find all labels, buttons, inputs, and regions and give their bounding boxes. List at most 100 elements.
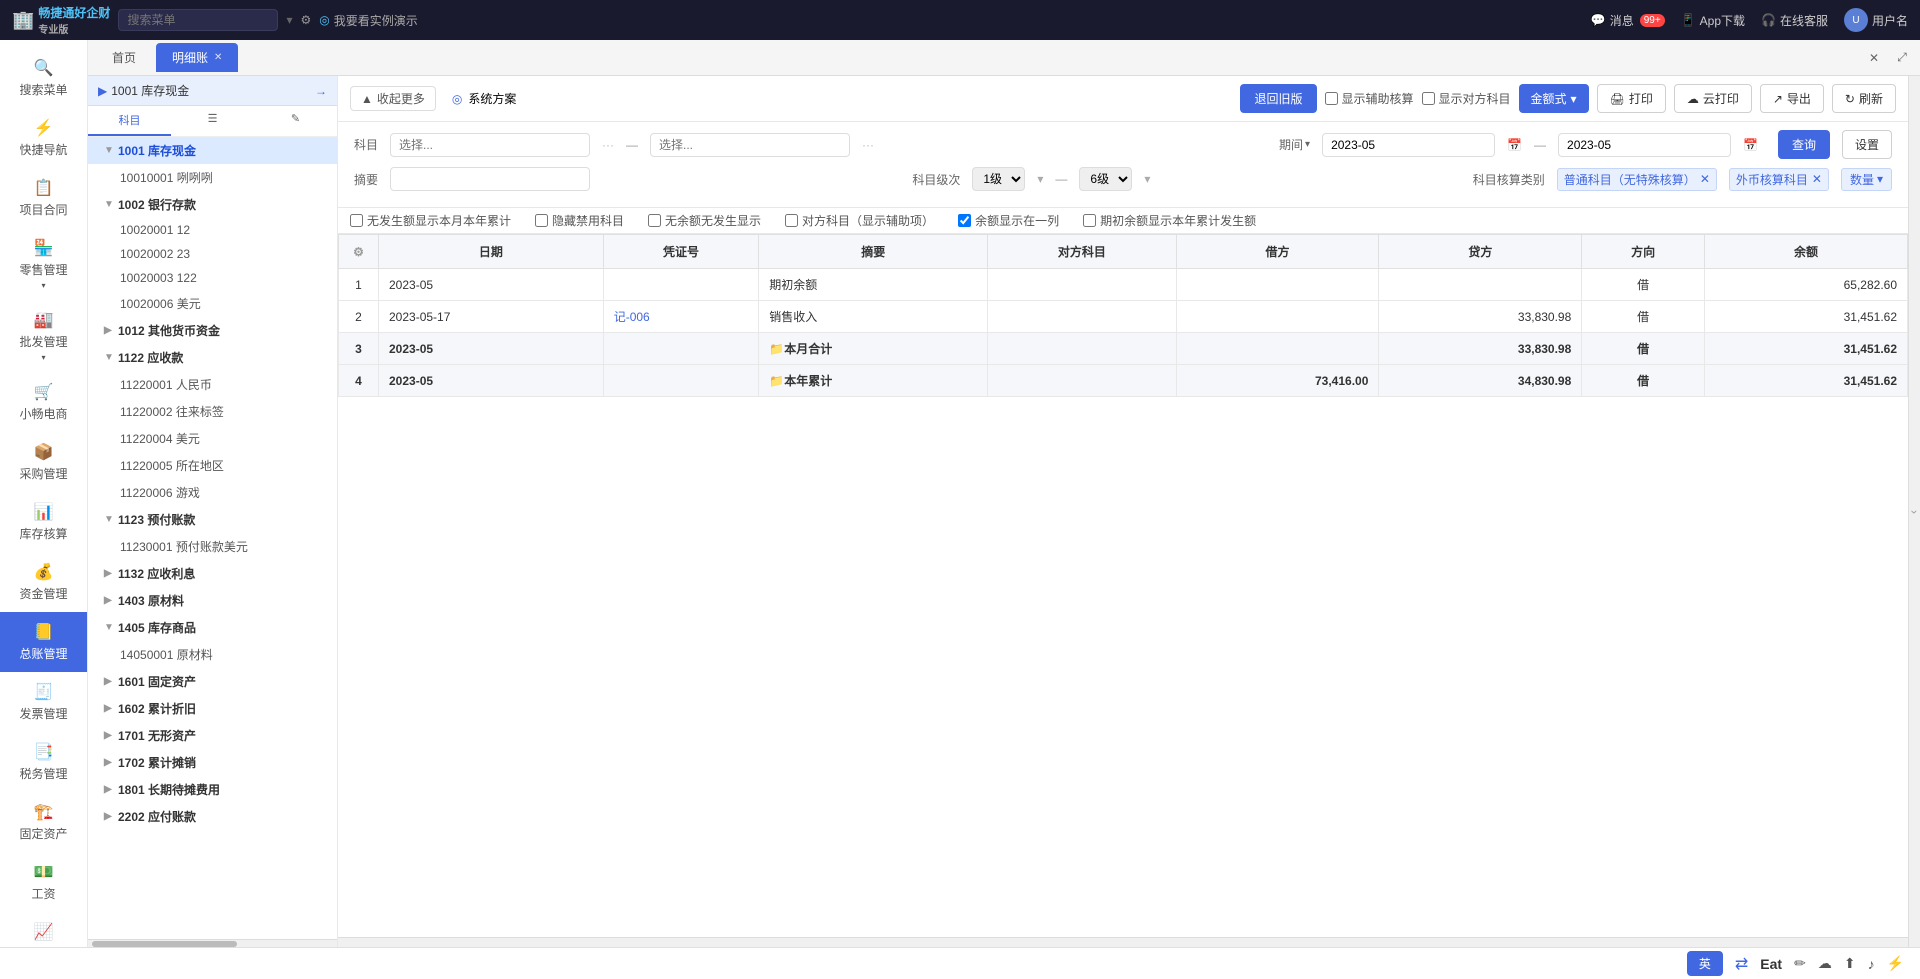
show-contra-input[interactable] <box>1422 92 1435 105</box>
quantity-filter-btn[interactable]: 数量 ▾ <box>1841 168 1892 191</box>
search-input[interactable] <box>118 9 278 31</box>
tree-node-10020006[interactable]: 10020006 美元 <box>88 290 337 317</box>
subject-end-input[interactable] <box>650 133 850 157</box>
period-start-input[interactable] <box>1322 133 1495 157</box>
tree-node-11230001[interactable]: 11230001 预付账款美元 <box>88 533 337 560</box>
sidebar-item-retail[interactable]: 🏪 零售管理 ▾ <box>0 228 87 300</box>
date-end-icon[interactable]: 📅 <box>1743 138 1758 152</box>
check-show-contra[interactable]: 对方科目（显示辅助项） <box>785 212 934 229</box>
tree-node-1001[interactable]: ▼ 1001 库存现金 <box>88 137 337 164</box>
check-period-begin-input[interactable] <box>1083 214 1096 227</box>
tag-foreign-remove[interactable]: ✕ <box>1812 172 1822 186</box>
tabbar-close-icon[interactable]: ✕ <box>1864 48 1884 68</box>
tree-node-11220005[interactable]: 11220005 所在地区 <box>88 452 337 479</box>
print-btn[interactable]: 🖨 打印 <box>1597 84 1666 113</box>
tree-node-11220004[interactable]: 11220004 美元 <box>88 425 337 452</box>
tree-tab-list[interactable]: ☰ <box>171 106 254 136</box>
tree-node-11220006[interactable]: 11220006 游戏 <box>88 479 337 506</box>
amount-format-btn[interactable]: 金额式 ▾ <box>1519 84 1589 113</box>
tree-tab-subject[interactable]: 科目 <box>88 106 171 136</box>
check-no-balance-input[interactable] <box>648 214 661 227</box>
show-aux-checkbox[interactable]: 显示辅助核算 <box>1325 90 1414 107</box>
tab-close-icon[interactable]: ✕ <box>214 52 222 63</box>
sidebar-item-fixed-assets[interactable]: 🏗️ 固定资产 <box>0 792 87 852</box>
music-icon[interactable]: ♪ <box>1868 956 1875 972</box>
level-start-select[interactable]: 1级2级3级 <box>972 167 1025 191</box>
check-no-occurrence[interactable]: 无发生额显示本月本年累计 <box>350 212 511 229</box>
tree-node-1123[interactable]: ▼ 1123 预付账款 <box>88 506 337 533</box>
sidebar-item-ecommerce[interactable]: 🛒 小畅电商 <box>0 372 87 432</box>
sidebar-item-salary[interactable]: 💵 工资 <box>0 852 87 912</box>
lang-btn[interactable]: 英 <box>1687 951 1723 976</box>
tree-node-1405[interactable]: ▼ 1405 库存商品 <box>88 614 337 641</box>
show-contra-checkbox[interactable]: 显示对方科目 <box>1422 90 1511 107</box>
tag-normal[interactable]: 普通科目（无特殊核算） ✕ <box>1557 168 1717 191</box>
check-no-occurrence-input[interactable] <box>350 214 363 227</box>
tree-node-1122[interactable]: ▼ 1122 应收款 <box>88 344 337 371</box>
check-hide-disabled[interactable]: 隐藏禁用科目 <box>535 212 624 229</box>
tab-detail[interactable]: 明细账 ✕ <box>156 43 238 72</box>
sidebar-item-invoice[interactable]: 🧾 发票管理 <box>0 672 87 732</box>
tree-node-1012[interactable]: ▶ 1012 其他货币资金 <box>88 317 337 344</box>
export-btn[interactable]: ↗ 导出 <box>1760 84 1824 113</box>
show-aux-input[interactable] <box>1325 92 1338 105</box>
online-service-btn[interactable]: 🎧 在线客服 <box>1761 12 1828 29</box>
sidebar-item-operations[interactable]: 📈 经营管理 <box>0 912 87 947</box>
tree-node-10010001[interactable]: 10010001 咧咧咧 <box>88 164 337 191</box>
tree-scrollbar[interactable] <box>88 939 337 947</box>
tree-node-11220002[interactable]: 11220002 往来标签 <box>88 398 337 425</box>
back-to-old-btn[interactable]: 退回旧版 <box>1240 84 1316 113</box>
translate-icon[interactable]: ⇄ <box>1735 954 1748 974</box>
sidebar-item-tax[interactable]: 📑 税务管理 <box>0 732 87 792</box>
dropdown-icon[interactable]: ▾ <box>286 13 292 27</box>
query-btn[interactable]: 查询 <box>1778 130 1830 159</box>
expand-more-btn[interactable]: ▲ 收起更多 <box>350 86 436 111</box>
check-hide-disabled-input[interactable] <box>535 214 548 227</box>
summary-input[interactable] <box>390 167 590 191</box>
level-end-select[interactable]: 6级5级4级 <box>1079 167 1132 191</box>
subject-start-input[interactable] <box>390 133 590 157</box>
check-show-contra-input[interactable] <box>785 214 798 227</box>
sidebar-item-ledger[interactable]: 📒 总账管理 <box>0 612 87 672</box>
sidebar-item-capital[interactable]: 💰 资金管理 <box>0 552 87 612</box>
message-btn[interactable]: 💬 消息 99+ <box>1591 12 1665 29</box>
extra-icon[interactable]: ⚡ <box>1887 955 1904 972</box>
edit-icon[interactable]: ✏ <box>1794 955 1806 972</box>
tree-node-1403[interactable]: ▶ 1403 原材料 <box>88 587 337 614</box>
voucher-link-2[interactable]: 记-006 <box>614 310 650 324</box>
tree-node-1002[interactable]: ▼ 1002 银行存款 <box>88 191 337 218</box>
refresh-btn[interactable]: ↻ 刷新 <box>1832 84 1896 113</box>
check-no-balance[interactable]: 无余额无发生显示 <box>648 212 761 229</box>
tag-foreign[interactable]: 外币核算科目 ✕ <box>1729 168 1829 191</box>
user-avatar[interactable]: U 用户名 <box>1844 8 1908 32</box>
right-collapse-panel[interactable]: › <box>1908 76 1920 947</box>
settings-icon[interactable]: ⚙ <box>300 13 311 27</box>
tree-node-14050001[interactable]: 14050001 原材料 <box>88 641 337 668</box>
tab-home[interactable]: 首页 <box>96 43 152 72</box>
cloud-print-btn[interactable]: ☁ 云打印 <box>1674 84 1752 113</box>
tree-node-10020003[interactable]: 10020003 122 <box>88 266 337 290</box>
demo-link[interactable]: ◎ 我要看实例演示 <box>319 12 418 29</box>
tree-node-1132[interactable]: ▶ 1132 应收利息 <box>88 560 337 587</box>
tree-node-10020002[interactable]: 10020002 23 <box>88 242 337 266</box>
sidebar-item-project[interactable]: 📋 项目合同 <box>0 168 87 228</box>
tree-navigate-icon[interactable]: → <box>315 84 327 98</box>
sidebar-item-quick-nav[interactable]: ⚡ 快捷导航 <box>0 108 87 168</box>
check-period-begin[interactable]: 期初余额显示本年累计发生额 <box>1083 212 1256 229</box>
tree-node-1801[interactable]: ▶ 1801 长期待摊费用 <box>88 776 337 803</box>
tabbar-expand-icon[interactable]: ⤢ <box>1892 48 1912 68</box>
tag-normal-remove[interactable]: ✕ <box>1700 172 1710 186</box>
tree-selected-item[interactable]: ▶ 1001 库存现金 → <box>88 76 337 106</box>
tree-node-11220001[interactable]: 11220001 人民币 <box>88 371 337 398</box>
sidebar-item-purchase[interactable]: 📦 采购管理 <box>0 432 87 492</box>
tree-tab-edit[interactable]: ✎ <box>254 106 337 136</box>
period-dropdown-icon[interactable]: ▾ <box>1305 139 1310 150</box>
settings-btn[interactable]: 设置 <box>1842 130 1892 159</box>
cloud-save-icon[interactable]: ☁ <box>1818 955 1832 972</box>
app-download-btn[interactable]: 📱 App下载 <box>1681 12 1745 29</box>
tree-node-2202[interactable]: ▶ 2202 应付账款 <box>88 803 337 830</box>
period-end-input[interactable] <box>1558 133 1731 157</box>
check-balance-one-col-input[interactable] <box>958 214 971 227</box>
check-balance-one-col[interactable]: 余额显示在一列 <box>958 212 1059 229</box>
sidebar-item-search[interactable]: 🔍 搜索菜单 <box>0 48 87 108</box>
